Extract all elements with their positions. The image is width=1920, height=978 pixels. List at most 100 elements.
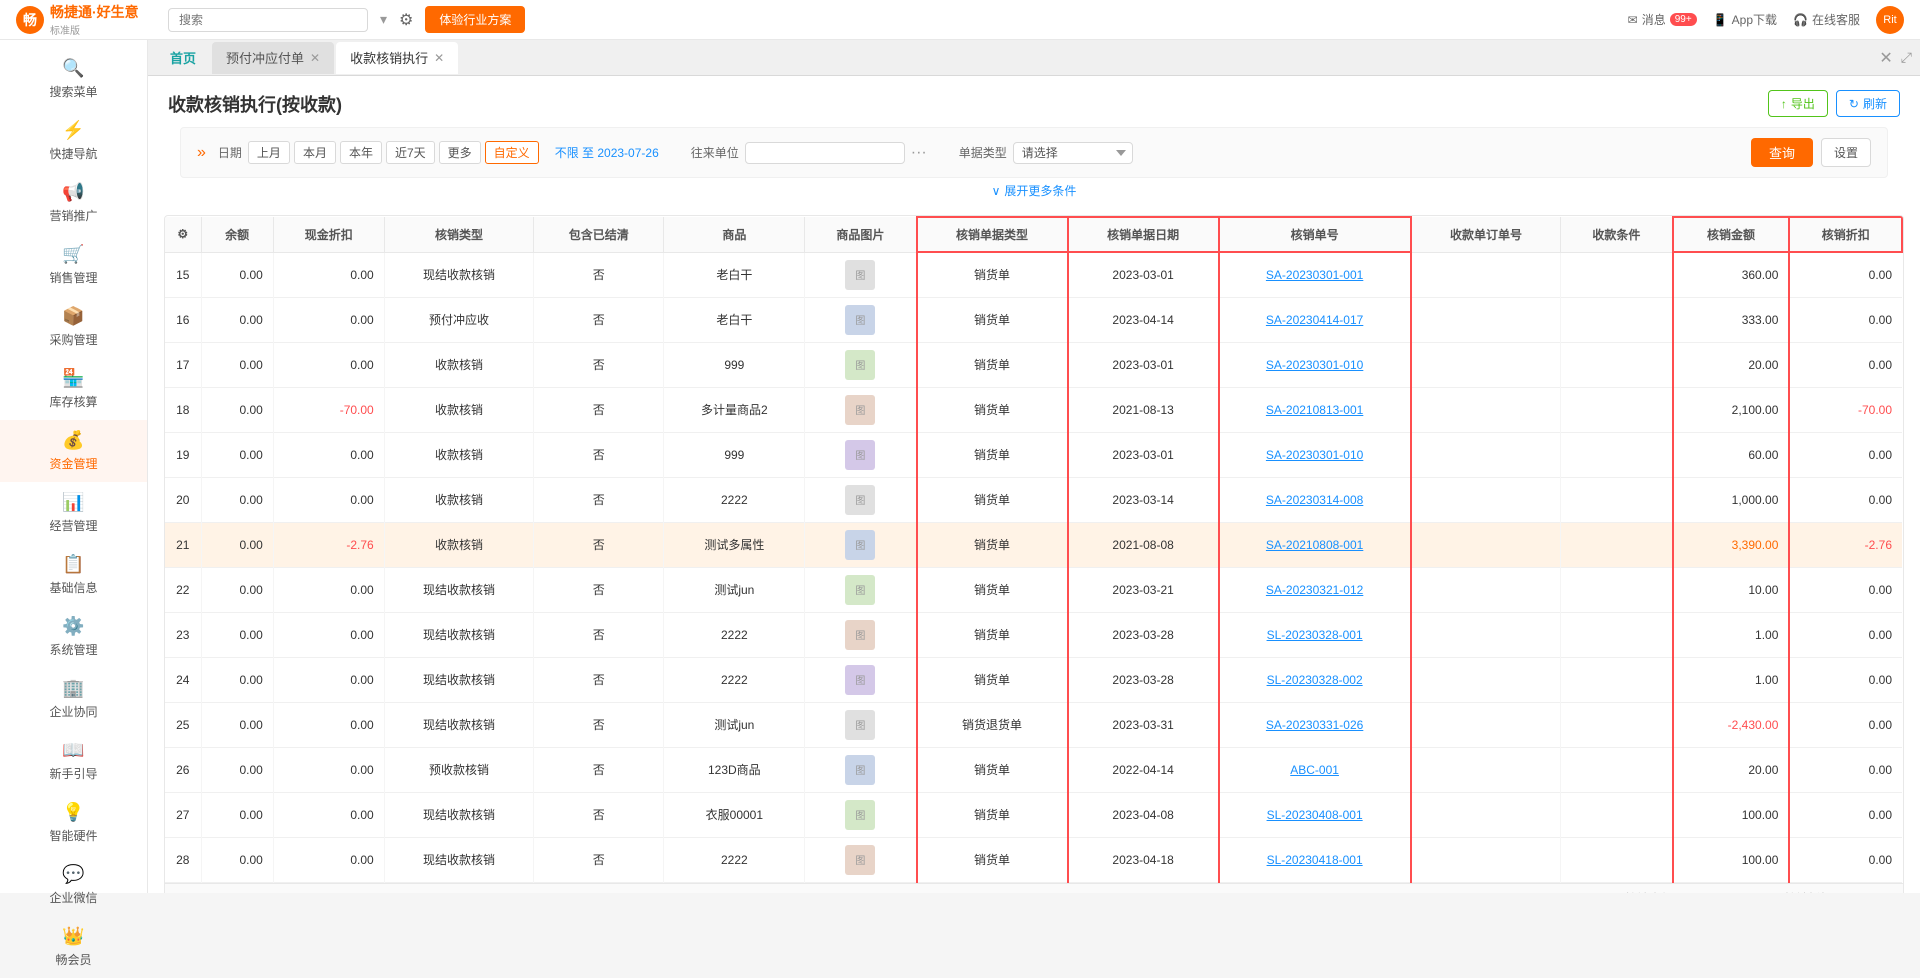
page-actions: ↑ 导出 ↻ 刷新: [1768, 90, 1900, 117]
filter-date-more[interactable]: 更多: [439, 141, 481, 164]
filter-date-custom[interactable]: 自定义: [485, 141, 539, 164]
td-cancel-doc-no[interactable]: SA-20230314-008: [1219, 477, 1411, 522]
refresh-button[interactable]: ↻ 刷新: [1836, 90, 1900, 117]
counterpart-more-icon[interactable]: ···: [911, 144, 927, 162]
quick-nav-icon: [62, 120, 84, 141]
sidebar-item-system[interactable]: 系统管理: [0, 606, 147, 668]
export-button[interactable]: ↑ 导出: [1768, 90, 1828, 117]
td-product: 老白干: [664, 252, 805, 297]
tab-prepay-close[interactable]: ✕: [310, 51, 320, 65]
th-product: 商品: [664, 217, 805, 252]
td-receipt-order-no: [1411, 432, 1561, 477]
expand-down-icon: ∨: [992, 184, 1001, 198]
td-cancel-doc-no[interactable]: SA-20230331-026: [1219, 702, 1411, 747]
filter-date-buttons: 上月 本月 本年 近7天 更多 自定义: [248, 141, 539, 164]
query-button[interactable]: 查询: [1751, 138, 1813, 167]
td-balance: 0.00: [201, 342, 273, 387]
td-receipt-order-no: [1411, 792, 1561, 837]
td-receipt-condition: [1561, 297, 1673, 342]
inventory-icon: [62, 368, 84, 389]
message-area[interactable]: ✉ 消息 99+: [1628, 11, 1697, 28]
doc-type-select[interactable]: 请选择: [1013, 142, 1133, 164]
td-cash-discount: 0.00: [273, 477, 384, 522]
th-settings[interactable]: ⚙: [165, 217, 201, 252]
marketing-icon: [62, 182, 84, 203]
td-cancel-doc-no[interactable]: SA-20230321-012: [1219, 567, 1411, 612]
filter-date-prev-month[interactable]: 上月: [248, 141, 290, 164]
tab-prepay[interactable]: 预付冲应付单 ✕: [212, 42, 334, 74]
sidebar-item-search[interactable]: 搜索菜单: [0, 48, 147, 110]
sidebar-item-business[interactable]: 经营管理: [0, 482, 147, 544]
td-product: 测试jun: [664, 567, 805, 612]
search-input[interactable]: [168, 8, 368, 32]
filter-date-cur-year[interactable]: 本年: [340, 141, 382, 164]
td-cancel-doc-no[interactable]: ABC-001: [1219, 747, 1411, 792]
gear-icon[interactable]: ⚙: [399, 10, 413, 30]
td-cancel-discount: 0.00: [1789, 747, 1902, 792]
tab-receipt[interactable]: 收款核销执行 ✕: [336, 42, 458, 74]
sidebar-item-smart[interactable]: 智能硬件: [0, 792, 147, 854]
td-cancel-doc-date: 2021-08-13: [1068, 387, 1219, 432]
sidebar-item-finance[interactable]: 资金管理: [0, 420, 147, 482]
td-balance: 0.00: [201, 432, 273, 477]
sidebar-item-corp[interactable]: 企业协同: [0, 668, 147, 730]
td-cancel-doc-no[interactable]: SA-20230301-001: [1219, 252, 1411, 297]
close-window-icon[interactable]: ✕: [1879, 48, 1892, 68]
td-cash-discount: -70.00: [273, 387, 384, 432]
tab-receipt-close[interactable]: ✕: [434, 51, 444, 65]
sidebar-item-inventory[interactable]: 库存核算: [0, 358, 147, 420]
td-row-id: 25: [165, 702, 201, 747]
counterpart-input[interactable]: [745, 142, 905, 164]
sidebar-item-info[interactable]: 基础信息: [0, 544, 147, 606]
search-dropdown-icon[interactable]: ▾: [380, 11, 387, 28]
avatar: Rit: [1876, 6, 1904, 34]
sidebar-item-quick[interactable]: 快捷导航: [0, 110, 147, 172]
td-cancel-doc-no[interactable]: SL-20230418-001: [1219, 837, 1411, 882]
td-receipt-condition: [1561, 657, 1673, 702]
user-avatar-area[interactable]: Rit: [1876, 6, 1904, 34]
online-service-area[interactable]: 🎧 在线客服: [1793, 11, 1860, 28]
td-cancel-doc-no[interactable]: SL-20230328-001: [1219, 612, 1411, 657]
industry-solution-button[interactable]: 体验行业方案: [425, 6, 525, 33]
td-product-image: 图: [805, 522, 917, 567]
td-cancel-doc-no[interactable]: SL-20230328-002: [1219, 657, 1411, 702]
td-cancel-doc-date: 2023-03-28: [1068, 657, 1219, 702]
filter-date-cur-month[interactable]: 本月: [294, 141, 336, 164]
td-balance: 0.00: [201, 702, 273, 747]
app-download-area[interactable]: 📱 App下载: [1713, 11, 1777, 28]
sidebar-item-wechat[interactable]: 企业微信: [0, 854, 147, 916]
td-cancel-discount: -2.76: [1789, 522, 1902, 567]
filter-date-7days[interactable]: 近7天: [386, 141, 435, 164]
td-cancel-type: 收款核销: [384, 432, 533, 477]
sidebar-item-member[interactable]: 畅会员: [0, 916, 147, 978]
top-bar: 畅 畅捷通·好生意 标准版 ▾ ⚙ 体验行业方案 ✉ 消息 99+ 📱 App下…: [0, 0, 1920, 40]
table-row: 16 0.00 0.00 预付冲应收 否 老白干 图 销货单 2023-04-1…: [165, 297, 1902, 342]
sidebar-item-sales[interactable]: 销售管理: [0, 234, 147, 296]
td-cancel-discount: 0.00: [1789, 432, 1902, 477]
tab-home[interactable]: 首页: [156, 42, 210, 74]
sidebar-item-guide[interactable]: 新手引导: [0, 730, 147, 792]
td-cancel-type: 预收款核销: [384, 747, 533, 792]
td-receipt-order-no: [1411, 567, 1561, 612]
td-cancel-discount: 0.00: [1789, 342, 1902, 387]
sidebar-item-marketing[interactable]: 营销推广: [0, 172, 147, 234]
smart-hardware-icon: [62, 802, 84, 823]
td-cancel-doc-no[interactable]: SA-20230414-017: [1219, 297, 1411, 342]
td-cancel-doc-no[interactable]: SA-20210813-001: [1219, 387, 1411, 432]
td-receipt-condition: [1561, 522, 1673, 567]
td-cancel-doc-no[interactable]: SL-20230408-001: [1219, 792, 1411, 837]
td-cancel-doc-type: 销货单: [917, 657, 1068, 702]
expand-more-button[interactable]: ∨ 展开更多条件: [992, 182, 1077, 199]
td-cash-discount: 0.00: [273, 702, 384, 747]
td-cancel-doc-no[interactable]: SA-20210808-001: [1219, 522, 1411, 567]
table-row: 15 0.00 0.00 现结收款核销 否 老白干 图 销货单 2023-03-…: [165, 252, 1902, 297]
td-balance: 0.00: [201, 477, 273, 522]
settings-button[interactable]: 设置: [1821, 138, 1871, 167]
sidebar-item-purchase[interactable]: 采购管理: [0, 296, 147, 358]
refresh-icon: ↻: [1849, 97, 1859, 111]
maximize-icon[interactable]: ⤢: [1901, 49, 1912, 66]
filter-collapse-icon[interactable]: »: [197, 144, 206, 162]
th-cancel-discount: 核销折扣: [1789, 217, 1902, 252]
td-cancel-doc-no[interactable]: SA-20230301-010: [1219, 432, 1411, 477]
td-cancel-doc-no[interactable]: SA-20230301-010: [1219, 342, 1411, 387]
